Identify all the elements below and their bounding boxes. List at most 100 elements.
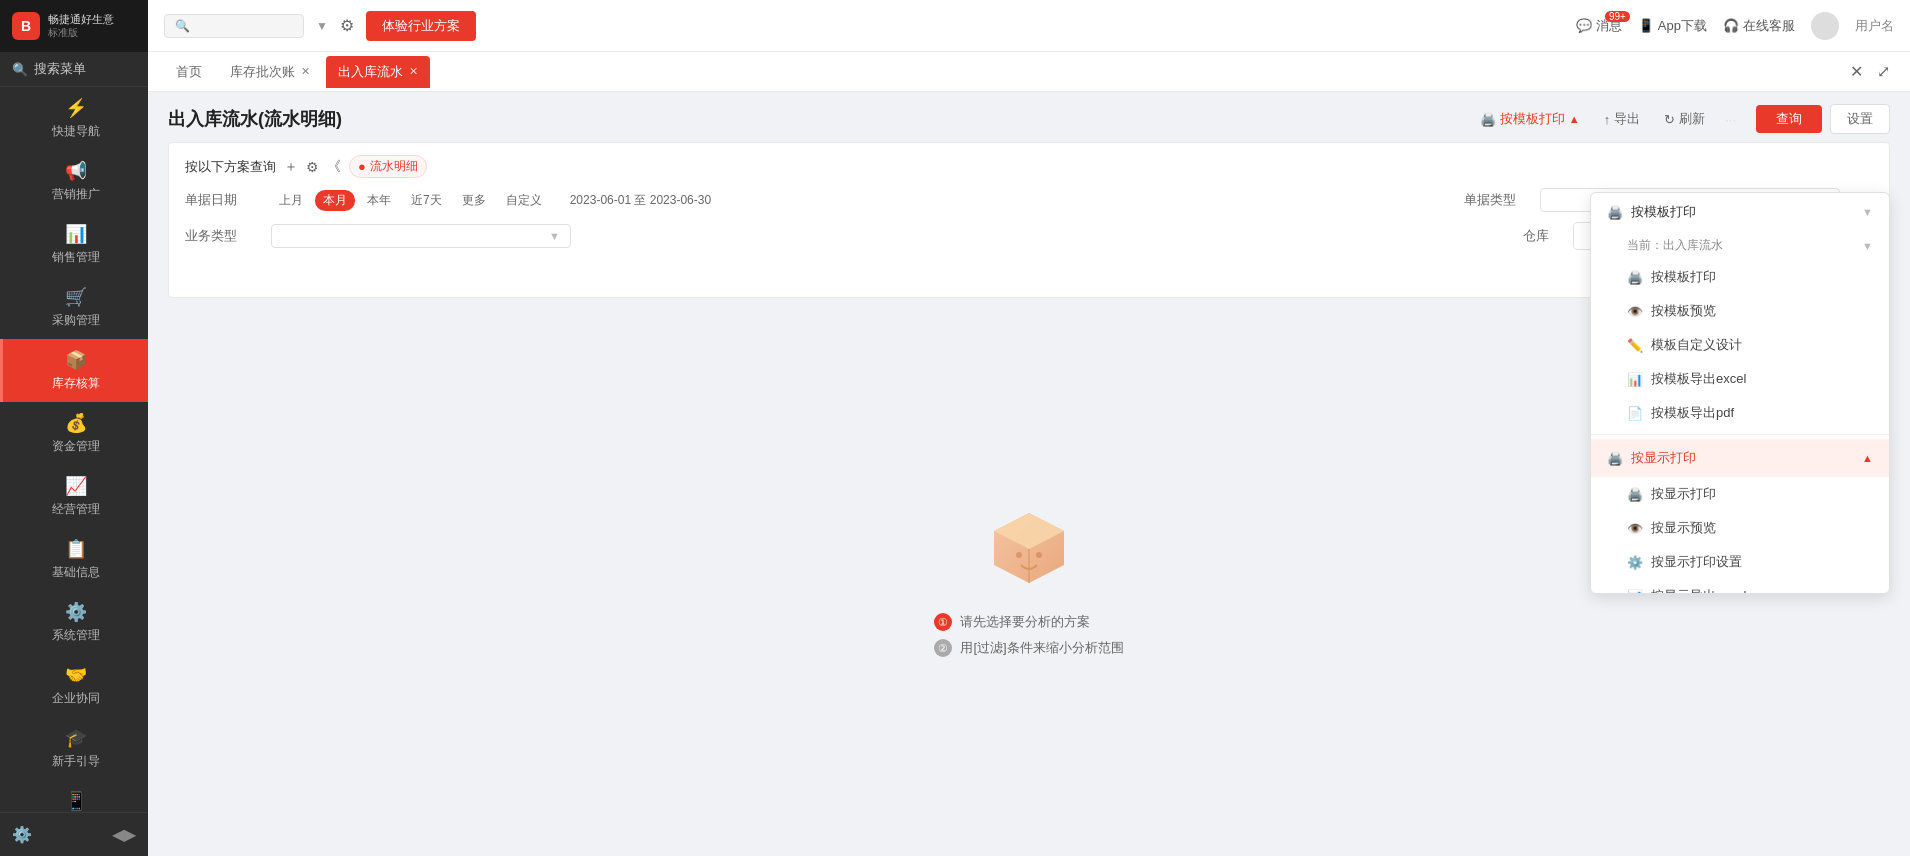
date-tab-more[interactable]: 更多: [454, 190, 494, 211]
settings-bottom-icon[interactable]: ⚙️: [12, 825, 32, 844]
app-download-btn[interactable]: 📱 App下载: [1638, 17, 1707, 35]
customer-service-btn[interactable]: 🎧 在线客服: [1723, 17, 1795, 35]
preview-icon-1: 👁️: [1627, 304, 1643, 319]
sidebar-item-cooperation[interactable]: 🤝 企业协同: [0, 654, 148, 717]
dropdown-item-template-export-pdf[interactable]: 📄 按模板导出pdf: [1591, 396, 1889, 430]
date-tab-current-month[interactable]: 本月: [315, 190, 355, 211]
dropdown-item-template-preview[interactable]: 👁️ 按模板预览: [1591, 294, 1889, 328]
sidebar-item-basic[interactable]: 📋 基础信息: [0, 528, 148, 591]
display-print-section-header[interactable]: 🖨️ 按显示打印 ▲: [1591, 439, 1889, 477]
warehouse-label: 仓库: [1523, 227, 1549, 245]
sidebar-item-operations[interactable]: 📈 经营管理: [0, 465, 148, 528]
query-btn[interactable]: 查询: [1756, 105, 1822, 133]
sidebar-item-app-center[interactable]: 📱 应用中心: [0, 780, 148, 812]
dropdown-item-display-print-settings-label: 按显示打印设置: [1651, 553, 1742, 571]
svg-point-3: [1016, 552, 1022, 558]
empty-illustration: [979, 493, 1079, 593]
app-download-label: App下载: [1658, 17, 1707, 35]
topbar: 🔍 ▼ ⚙ 体验行业方案 💬 消息 99+ 📱 App下载 🎧 在线客服 用户名: [148, 0, 1910, 52]
tabbar-right: ✕ ⤢: [1846, 58, 1894, 85]
tip-number-2: ②: [934, 639, 952, 657]
sidebar-item-finance[interactable]: 💰 资金管理: [0, 402, 148, 465]
export-label: 导出: [1614, 110, 1640, 128]
page-content: 出入库流水(流水明细) 🖨️ 按模板打印 ▲ ↑ 导出 ↻ 刷新 ··· 查询 …: [148, 92, 1910, 856]
filter-collapse-btn[interactable]: 《: [327, 158, 341, 176]
dropdown-scroll: 🖨️ 按模板打印 ▼ 当前：出入库流水 ▼ 🖨️ 按模板打印 👁️: [1591, 193, 1889, 593]
date-tab-prev-month[interactable]: 上月: [271, 190, 311, 211]
sidebar-item-purchase-label: 采购管理: [52, 312, 100, 329]
app-name: 畅捷通好生意: [48, 12, 114, 26]
excel-icon-2: 📊: [1627, 589, 1643, 594]
date-label: 单据日期: [185, 191, 255, 209]
empty-tip-2: ② 用[过滤]条件来缩小分析范围: [934, 635, 1123, 661]
business-type-select[interactable]: ▼: [271, 224, 571, 248]
sidebar-item-sales[interactable]: 📊 销售管理: [0, 213, 148, 276]
dropdown-item-template-export-pdf-label: 按模板导出pdf: [1651, 404, 1734, 422]
sidebar-item-marketing[interactable]: 📢 营销推广: [0, 150, 148, 213]
dropdown-item-template-print[interactable]: 🖨️ 按模板打印: [1591, 260, 1889, 294]
user-avatar[interactable]: [1811, 12, 1839, 40]
display-print-header-label: 按显示打印: [1631, 449, 1696, 467]
settings-btn[interactable]: 设置: [1830, 104, 1890, 134]
tab-inout-flow[interactable]: 出入库流水 ✕: [326, 56, 430, 88]
sidebar-item-finance-label: 资金管理: [52, 438, 100, 455]
refresh-btn[interactable]: ↻ 刷新: [1656, 106, 1713, 132]
print-template-btn[interactable]: 🖨️ 按模板打印 ▲: [1472, 106, 1588, 132]
app-version: 标准版: [48, 26, 114, 40]
dropdown-item-display-export-excel[interactable]: 📊 按显示导出excel: [1591, 579, 1889, 593]
dropdown-item-template-custom[interactable]: ✏️ 模板自定义设计: [1591, 328, 1889, 362]
date-tab-7days[interactable]: 近7天: [403, 190, 450, 211]
tab-inout-flow-close[interactable]: ✕: [409, 65, 418, 78]
date-tabs: 上月 本月 本年 近7天 更多 自定义: [271, 190, 550, 211]
filter-tag-icon: ●: [358, 159, 366, 174]
sidebar-item-quick-nav[interactable]: ⚡ 快捷导航: [0, 87, 148, 150]
topbar-left: 🔍 ▼ ⚙ 体验行业方案: [164, 11, 476, 41]
tab-inventory-batch-close[interactable]: ✕: [301, 65, 310, 78]
purchase-icon: 🛒: [65, 286, 87, 308]
sidebar-item-guide-label: 新手引导: [52, 753, 100, 770]
trial-button[interactable]: 体验行业方案: [366, 11, 476, 41]
topbar-gear-icon[interactable]: ⚙: [340, 16, 354, 35]
export-icon: ↑: [1604, 112, 1611, 127]
date-tab-custom[interactable]: 自定义: [498, 190, 550, 211]
filter-add-btn[interactable]: ＋: [284, 158, 298, 176]
empty-tips: ① 请先选择要分析的方案 ② 用[过滤]条件来缩小分析范围: [934, 609, 1123, 661]
tabbar: 首页 库存批次账 ✕ 出入库流水 ✕ ✕ ⤢: [148, 52, 1910, 92]
topbar-dropdown-icon[interactable]: ▼: [316, 19, 328, 33]
export-btn[interactable]: ↑ 导出: [1596, 106, 1649, 132]
template-print-section-header[interactable]: 🖨️ 按模板打印 ▼: [1591, 193, 1889, 231]
headset-icon: 🎧: [1723, 18, 1739, 33]
template-print-chevron-icon: ▼: [1862, 206, 1873, 218]
current-template-row: 当前：出入库流水 ▼: [1591, 231, 1889, 260]
sales-icon: 📊: [65, 223, 87, 245]
sidebar-item-operations-label: 经营管理: [52, 501, 100, 518]
sidebar-item-system[interactable]: ⚙️ 系统管理: [0, 591, 148, 654]
sidebar-item-inventory[interactable]: 📦 库存核算: [0, 339, 148, 402]
date-tab-this-year[interactable]: 本年: [359, 190, 399, 211]
tab-inventory-batch[interactable]: 库存批次账 ✕: [218, 56, 322, 88]
collapse-sidebar-icon[interactable]: ◀▶: [112, 825, 136, 844]
dropdown-item-display-print[interactable]: 🖨️ 按显示打印: [1591, 477, 1889, 511]
tab-expand-btn[interactable]: ⤢: [1873, 58, 1894, 85]
divider-1: [1591, 434, 1889, 435]
dropdown-item-template-export-excel-label: 按模板导出excel: [1651, 370, 1746, 388]
bill-type-label: 单据类型: [1464, 191, 1516, 209]
message-badge[interactable]: 💬 消息 99+: [1576, 17, 1622, 35]
tab-home[interactable]: 首页: [164, 56, 214, 88]
topbar-search-box[interactable]: 🔍: [164, 14, 304, 38]
dropdown-item-display-preview-label: 按显示预览: [1651, 519, 1716, 537]
sidebar-search[interactable]: 🔍 搜索菜单: [0, 52, 148, 87]
filter-title: 按以下方案查询: [185, 158, 276, 176]
search-icon: 🔍: [12, 62, 28, 77]
tab-home-label: 首页: [176, 63, 202, 81]
dropdown-item-display-print-settings[interactable]: ⚙️ 按显示打印设置: [1591, 545, 1889, 579]
tab-close-all-btn[interactable]: ✕: [1846, 58, 1867, 85]
filter-setting-btn[interactable]: ⚙: [306, 159, 319, 175]
dropdown-item-template-export-excel[interactable]: 📊 按模板导出excel: [1591, 362, 1889, 396]
sidebar-item-purchase[interactable]: 🛒 采购管理: [0, 276, 148, 339]
sidebar-item-guide[interactable]: 🎓 新手引导: [0, 717, 148, 780]
main-area: 🔍 ▼ ⚙ 体验行业方案 💬 消息 99+ 📱 App下载 🎧 在线客服 用户名: [148, 0, 1910, 856]
dropdown-item-display-preview[interactable]: 👁️ 按显示预览: [1591, 511, 1889, 545]
message-count: 99+: [1605, 11, 1630, 22]
user-name-label: 用户名: [1855, 17, 1894, 35]
